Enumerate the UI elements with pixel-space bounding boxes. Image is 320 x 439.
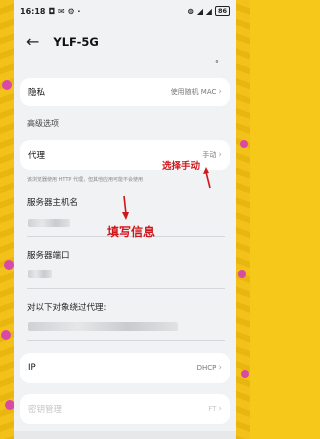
eye-hidden-icon[interactable]: ⚬: [214, 58, 220, 66]
annotation-fill-info: 填写信息: [107, 225, 156, 239]
advanced-section-label: 高级选项: [27, 119, 59, 128]
chevron-right-icon: ›: [218, 363, 222, 373]
key-management-value: FT: [208, 405, 217, 413]
ip-label: IP: [28, 363, 36, 373]
back-arrow-icon[interactable]: ←: [26, 34, 39, 50]
app-bar: ← YLF-5G: [14, 22, 236, 62]
proxy-value: 手动: [202, 151, 217, 159]
server-port-underline: [27, 288, 225, 289]
chevron-right-icon: ›: [218, 404, 222, 414]
bypass-label: 对以下对象绕过代理:: [27, 303, 107, 313]
privacy-row[interactable]: 隐私 使用随机 MAC ›: [20, 78, 230, 106]
chevron-right-icon: ›: [218, 87, 222, 97]
ip-row[interactable]: IP DHCP ›: [20, 353, 230, 383]
server-host-label: 服务器主机名: [27, 198, 79, 208]
key-management-label: 密钥管理: [28, 405, 63, 415]
page-title: YLF-5G: [53, 35, 99, 49]
privacy-value: 使用随机 MAC: [170, 88, 217, 96]
annotation-select-manual: 选择手动: [162, 161, 201, 172]
signal-icons: ⊜ ◢ ◢: [187, 6, 212, 16]
server-port-input[interactable]: [28, 270, 52, 278]
annotation-arrow-down-icon: [122, 195, 129, 220]
proxy-label: 代理: [28, 151, 46, 161]
privacy-label: 隐私: [28, 88, 46, 98]
status-bar: 16:18 ◘ ✉ ⚙ · ⊜ ◢ ◢ 86: [14, 0, 236, 22]
server-port-label: 服务器端口: [27, 251, 70, 261]
ip-value: DHCP: [196, 364, 217, 372]
battery-icon: 86: [214, 6, 230, 16]
bypass-input[interactable]: [28, 322, 178, 331]
chevron-right-icon: ›: [218, 150, 222, 160]
server-host-input[interactable]: [28, 219, 70, 227]
right-wallpaper-edge: [236, 0, 250, 439]
navigation-bar: [14, 431, 236, 439]
phone-screen: 16:18 ◘ ✉ ⚙ · ⊜ ◢ ◢ 86 ← YLF-5G ⚬ 隐私 使用随…: [14, 0, 236, 439]
status-time: 16:18: [20, 6, 46, 16]
key-management-row[interactable]: 密钥管理 FT ›: [20, 394, 230, 424]
annotation-arrow-up-icon: [203, 167, 211, 189]
notification-icons: ◘ ✉ ⚙ ·: [48, 6, 81, 16]
bypass-underline: [27, 340, 225, 341]
